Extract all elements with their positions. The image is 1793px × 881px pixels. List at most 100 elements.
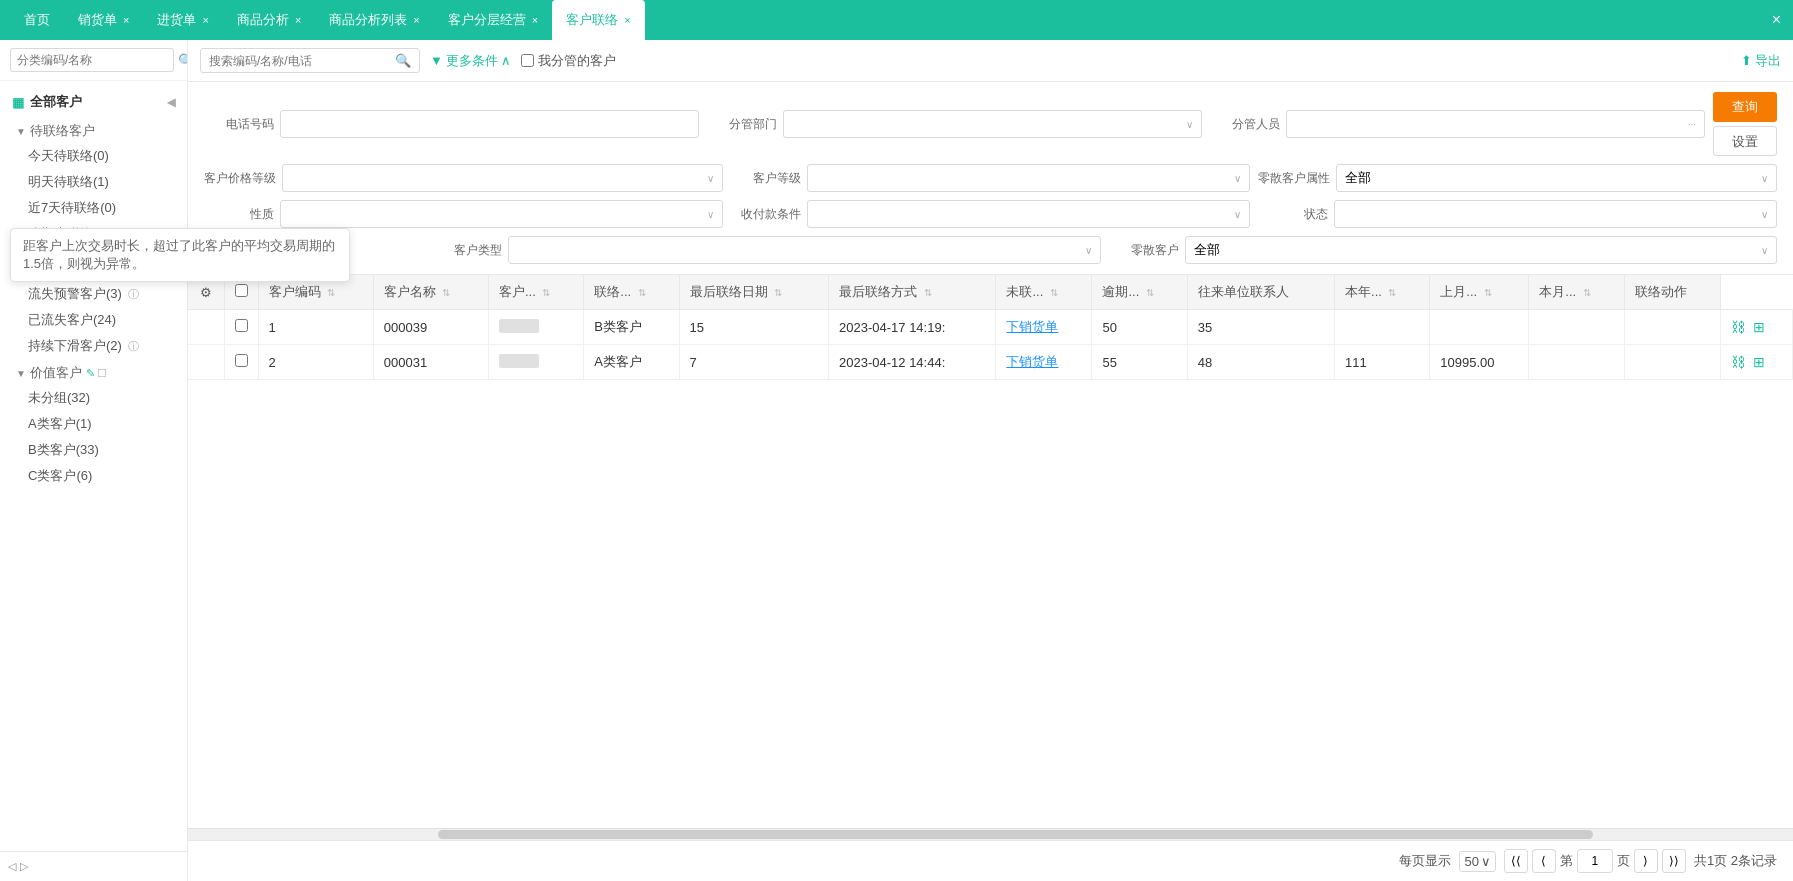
sidebar-item-a-class[interactable]: A类客户(1) [0,411,187,437]
chevron-down-icon: ∨ [1761,209,1768,220]
sidebar-item-declining[interactable]: 持续下滑客户(2) ⓘ [0,333,187,359]
col-header-uncontacted: 未联... ⇅ [996,275,1092,310]
edit-icon[interactable]: ✎ [86,367,95,380]
nav-home[interactable]: 首页 [10,0,64,40]
price-tier-select[interactable]: ∨ [282,164,723,192]
retail-attr-select[interactable]: 全部 ∨ [1336,164,1777,192]
chevron-down-icon: ∨ [707,173,714,184]
sidebar-item-churn-warning[interactable]: 流失预警客户(3) ⓘ [0,281,187,307]
sidebar-item-b-class[interactable]: B类客户(33) [0,437,187,463]
table-wrapper: ⚙ 客户编码 ⇅ 客户名称 ⇅ 客户... [188,275,1793,828]
info-icon-decline: ⓘ [128,340,139,352]
content-area: 🔍 ▼ 更多条件 ∧ 我分管的客户 ⬆ 导出 电话号码 [188,40,1793,881]
row1-type: B类客户 [584,310,679,345]
top-nav: 首页 销货单 × 进货单 × 商品分析 × 商品分析列表 × 客户分层经营 × … [0,0,1793,40]
price-tier-label: 客户价格等级 [204,170,276,187]
first-page-btn[interactable]: ⟨⟨ [1504,849,1528,873]
row2-this-year: 10995.00 [1430,345,1529,380]
sidebar-item-today-contact[interactable]: 今天待联络(0) [0,143,187,169]
more-conditions-btn[interactable]: ▼ 更多条件 ∧ [430,52,511,70]
row2-uncontacted: 55 [1092,345,1187,380]
close-icon[interactable]: × [202,14,208,26]
nav-customer-contact[interactable]: 客户联络 × [552,0,644,40]
last-page-btn[interactable]: ⟩⟩ [1662,849,1686,873]
sidebar-item-churned[interactable]: 已流失客户(24) [0,307,187,333]
close-icon[interactable]: × [295,14,301,26]
row2-index: 2 [258,345,373,380]
search-icon[interactable]: 🔍 [395,53,411,68]
sidebar-item-ungrouped[interactable]: 未分组(32) [0,385,187,411]
export-button[interactable]: ⬆ 导出 [1741,52,1781,70]
chevron-down-icon: ∨ [1186,119,1193,130]
filter-nature: 性质 ∨ [204,200,723,228]
status-select[interactable]: ∨ [1334,200,1777,228]
phone-input[interactable] [280,110,699,138]
nav-product-analysis-list[interactable]: 商品分析列表 × [315,0,433,40]
col-header-contact-person: 往来单位联系人 [1187,275,1334,310]
sidebar-section-pending[interactable]: ▼ 待联络客户 [0,117,187,143]
last-method-link[interactable]: 下销货单 [1006,319,1058,334]
manager-label: 分管人员 [1210,116,1280,133]
my-customer-checkbox[interactable] [521,54,534,67]
nav-purchase-order[interactable]: 进货单 × [143,0,222,40]
reset-button[interactable]: 设置 [1713,126,1777,156]
row2-contact-person: 111 [1335,345,1430,380]
row1-checkbox[interactable] [224,310,258,345]
close-icon[interactable]: × [532,14,538,26]
qr-icon[interactable]: ⊞ [1753,319,1765,335]
dept-label: 分管部门 [707,116,777,133]
select-all-checkbox[interactable] [235,284,248,297]
filter-customer-tier: 客户等级 ∨ [731,164,1250,192]
prev-page-btn[interactable]: ⟨ [1532,849,1556,873]
close-icon[interactable]: × [413,14,419,26]
window-close-button[interactable]: × [1772,11,1781,29]
nav-sales-order[interactable]: 销货单 × [64,0,143,40]
payment-select[interactable]: ∨ [807,200,1250,228]
customer-search-input[interactable] [209,54,395,68]
filter-manager: 分管人员 ··· [1210,110,1705,138]
name-placeholder [499,319,539,333]
dept-select[interactable]: ∨ [783,110,1202,138]
filter-panel: 电话号码 分管部门 ∨ 分管人员 ··· [188,82,1793,275]
row2-last-date: 2023-04-12 14:44: [829,345,996,380]
last-method-link[interactable]: 下销货单 [1006,354,1058,369]
nav-customer-tier[interactable]: 客户分层经营 × [434,0,552,40]
sidebar-search-input[interactable] [10,48,174,72]
search-icon[interactable]: 🔍 [178,53,188,68]
sidebar-tree: ▦ 全部客户 ◀ ▼ 待联络客户 今天待联络(0) 明天待联络(1) 近7天待联… [0,81,187,851]
row-checkbox[interactable] [235,319,248,332]
next-page-btn[interactable]: ⟩ [1634,849,1658,873]
sidebar-bottom-left-btn[interactable]: ◁ [8,860,16,873]
nav-product-analysis[interactable]: 商品分析 × [223,0,315,40]
horizontal-scrollbar[interactable] [188,828,1793,840]
filter-price-tier: 客户价格等级 ∨ [204,164,723,192]
sidebar-bottom-right-btn[interactable]: ▷ [20,860,28,873]
chevron-down-icon: ∨ [1761,173,1768,184]
sidebar-item-7day-contact[interactable]: 近7天待联络(0) [0,195,187,221]
scrollbar-thumb[interactable] [438,830,1593,839]
customer-tier-select[interactable]: ∨ [807,164,1250,192]
sidebar-section-value[interactable]: ▼ 价值客户 ✎ ☐ [0,359,187,385]
sidebar-item-c-class[interactable]: C类客户(6) [0,463,187,489]
row1-action: ⛓ ⊞ [1720,310,1792,345]
retail-customer-select[interactable]: 全部 ∨ [1185,236,1778,264]
row1-action-icons: ⛓ ⊞ [1731,319,1782,335]
manager-select[interactable]: ··· [1286,110,1705,138]
page-input[interactable] [1577,849,1613,873]
contact-icon[interactable]: ⛓ [1731,319,1745,335]
row2-checkbox[interactable] [224,345,258,380]
nature-select[interactable]: ∨ [280,200,723,228]
my-customer-toggle[interactable]: 我分管的客户 [521,52,616,70]
close-icon[interactable]: × [123,14,129,26]
row-checkbox[interactable] [235,354,248,367]
pagination-bar: 每页显示 50 ∨ ⟨⟨ ⟨ 第 页 ⟩ ⟩⟩ 共1页 2条记录 [188,840,1793,881]
sidebar-item-tomorrow-contact[interactable]: 明天待联络(1) [0,169,187,195]
per-page-select[interactable]: 50 ∨ [1459,851,1495,872]
query-button[interactable]: 查询 [1713,92,1777,122]
tree-root-all-customers[interactable]: ▦ 全部客户 ◀ [0,87,187,117]
sort-icon: ⇅ [327,287,335,298]
qr-icon[interactable]: ⊞ [1753,354,1765,370]
customer-type-select[interactable]: ∨ [508,236,1101,264]
contact-icon[interactable]: ⛓ [1731,354,1745,370]
close-icon[interactable]: × [624,14,630,26]
